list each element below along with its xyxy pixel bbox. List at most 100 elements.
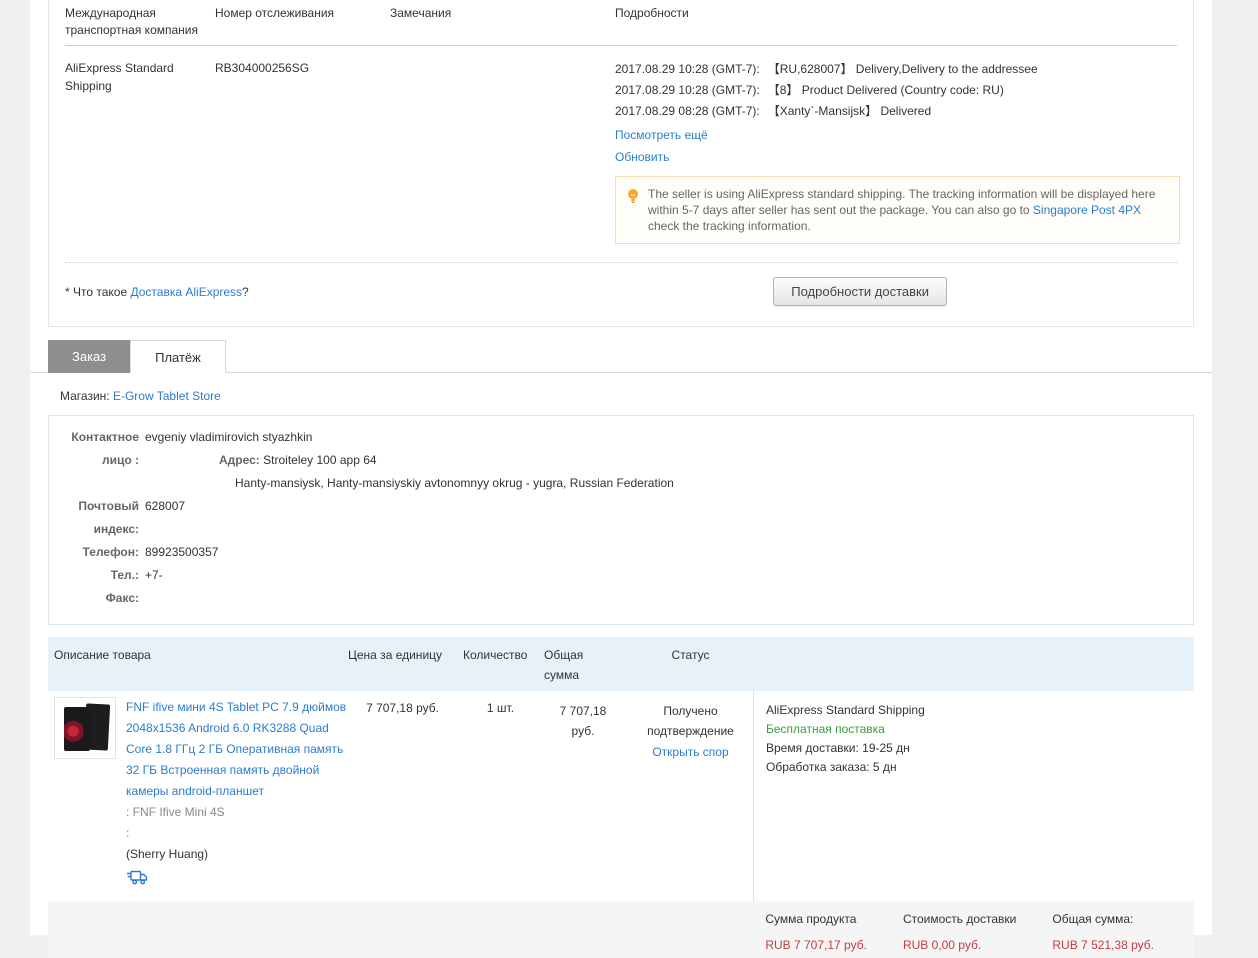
see-more-link[interactable]: Посмотреть ещё — [615, 127, 708, 143]
col-header-shipping — [753, 645, 1194, 685]
phone-value: +7- — [145, 568, 163, 582]
contact-label: Контактное — [71, 430, 139, 444]
tablet-front-graphic — [64, 707, 90, 751]
col-header-status: Статус — [671, 648, 710, 662]
truck-icon[interactable] — [126, 869, 148, 889]
shipping-details-button[interactable]: Подробности доставки — [773, 277, 947, 306]
order-totals-bar: Сумма продукта RUB 7 707,17 руб. Стоимос… — [48, 901, 1194, 958]
col-header-details: Подробности — [615, 6, 689, 20]
shipping-notice: The seller is using AliExpress standard … — [615, 176, 1180, 244]
contact-label — [65, 472, 139, 495]
dotted-divider — [65, 262, 1177, 263]
tracking-table-row: AliExpress Standard Shipping RB304000256… — [65, 46, 1180, 244]
product-description-cell: FNF ifive мини 4S Tablet PC 7.9 дюймов 2… — [48, 691, 348, 901]
store-row: Магазин: E-Grow Tablet Store — [48, 389, 1194, 403]
tracking-table-header: Международная транспортная компания Номе… — [65, 3, 1177, 46]
product-subtotal-label: Сумма продукта — [765, 912, 857, 926]
tracking-number-value: RB304000256SG — [215, 61, 310, 75]
status-text: Получено подтверждение — [647, 704, 734, 738]
grand-total-value: RUB 7 521,38 руб. — [1052, 938, 1154, 952]
contact-row: Почтовый 628007 — [65, 495, 1177, 518]
product-image[interactable] — [54, 697, 116, 759]
contact-row: Тел.: +7- — [65, 564, 1177, 587]
tracking-event: 2017.08.29 10:28 (GMT-7): 【RU,628007】 Del… — [615, 59, 1180, 80]
product-subtitle-colon: : — [126, 826, 130, 840]
product-subtotal-value: RUB 7 707,17 руб. — [765, 938, 867, 952]
singapore-post-link[interactable]: Singapore Post — [1033, 203, 1115, 217]
lightbulb-icon — [626, 186, 648, 234]
col-header-unit-price: Цена за единицу — [348, 648, 443, 662]
refresh-link[interactable]: Обновить — [615, 149, 669, 165]
tracking-links: Посмотреть ещё Обновить — [615, 126, 1180, 166]
shipping-info-cell: AliExpress Standard Shipping Бесплатная … — [753, 691, 1194, 901]
shipping-notice-text: The seller is using AliExpress standard … — [648, 186, 1167, 234]
col-header-tracking-number: Номер отслеживания — [215, 6, 335, 20]
col-header-description: Описание товара — [54, 648, 151, 662]
event-time: 2017.08.29 10:28 (GMT-7): — [615, 83, 760, 97]
contact-row: Телефон: 89923500357 — [65, 541, 1177, 564]
notice-text-post: check the tracking information. — [648, 219, 811, 233]
col-header-shipping-company: Международная транспортная компания — [65, 6, 198, 37]
contact-label: лицо : — [101, 453, 139, 467]
shipping-cost-value: RUB 0,00 руб. — [902, 938, 982, 952]
col-header-remarks: Замечания — [390, 6, 452, 20]
open-dispute-link[interactable]: Открыть спор — [652, 742, 728, 762]
store-link[interactable]: E-Grow Tablet Store — [113, 389, 221, 403]
grand-total-label: Общая сумма: — [1052, 912, 1134, 926]
tab-order[interactable]: Заказ — [48, 340, 131, 373]
delivery-time: Время доставки: 19-25 дн — [766, 741, 910, 755]
what-is-suffix: ? — [242, 284, 249, 299]
tracking-event: 2017.08.29 10:28 (GMT-7): 【8】 Product Del… — [615, 80, 1180, 101]
order-detail-page: Международная транспортная компания Номе… — [30, 0, 1212, 958]
product-title-link[interactable]: FNF ifive мини 4S Tablet PC 7.9 дюймов 2… — [126, 697, 348, 802]
address-label: Адрес: — [219, 453, 260, 467]
processing-time: Обработка заказа: 5 дн — [766, 760, 897, 774]
product-seller: (Sherry Huang) — [126, 847, 209, 861]
contact-row: лицо : Адрес: Stroiteley 100 app 64 — [65, 449, 1177, 472]
products-table: Описание товара Цена за единицу Количест… — [48, 637, 1194, 901]
contact-row: Контактное evgeniy vladimirovich styazhk… — [65, 426, 1177, 449]
status-cell: Получено подтверждение Открыть спор — [628, 691, 753, 901]
shipping-tracking-panel: Международная транспортная компания Номе… — [48, 0, 1194, 327]
order-payment-tabs: Заказ Платёж — [30, 340, 1212, 373]
contact-label: Почтовый — [78, 499, 139, 513]
address-value: Stroiteley 100 app 64 — [263, 453, 377, 467]
address-region-value: Hanty-mansiysk, Hanty-mansiyskiy avtonom… — [235, 476, 674, 490]
tracking-details: 2017.08.29 10:28 (GMT-7): 【RU,628007】 Del… — [615, 59, 1180, 244]
address-line: Адрес: Stroiteley 100 app 64 — [219, 449, 377, 472]
event-text: 【8】 Product Delivered (Country code: RU) — [767, 83, 1004, 97]
contact-label: Тел.: — [110, 568, 139, 582]
aliexpress-shipping-link[interactable]: Доставка AliExpress — [130, 285, 242, 299]
product-text-block: FNF ifive мини 4S Tablet PC 7.9 дюймов 2… — [126, 697, 348, 901]
zip-value: 628007 — [145, 499, 186, 513]
products-table-header: Описание товара Цена за единицу Количест… — [48, 637, 1194, 691]
quantity-cell: 1 шт. — [486, 701, 515, 715]
event-text: 【RU,628007】 Delivery,Delivery to the add… — [767, 62, 1038, 76]
shipping-method: AliExpress Standard Shipping — [766, 703, 925, 717]
store-label: Магазин: — [60, 389, 110, 403]
what-is-prefix: * Что такое — [65, 284, 131, 299]
product-subtitle: : FNF Ifive Mini 4S — [126, 805, 225, 819]
unit-price-cell: 7 707,18 руб. — [366, 701, 439, 715]
tab-payment[interactable]: Платёж — [130, 340, 226, 373]
tracking-event: 2017.08.29 08:28 (GMT-7): 【Xanty`-Mansijs… — [615, 101, 1180, 122]
mobile-value: 89923500357 — [145, 545, 219, 559]
tracking-footer: * Что такое Доставка AliExpress? Подробн… — [65, 277, 1177, 306]
fourpx-link[interactable]: 4PX — [1118, 203, 1141, 217]
shipping-cost-label: Стоимость доставки — [902, 912, 1017, 926]
shipping-company-value: AliExpress Standard Shipping — [65, 61, 174, 93]
contact-label: Телефон: — [82, 545, 139, 559]
contact-row: Hanty-mansiysk, Hanty-mansiyskiy avtonom… — [65, 472, 1177, 495]
product-row: FNF ifive мини 4S Tablet PC 7.9 дюймов 2… — [48, 691, 1194, 901]
remarks-value — [390, 59, 615, 244]
free-shipping-text: Бесплатная поставка — [766, 722, 885, 736]
what-is-shipping-text: * Что такое Доставка AliExpress? — [65, 285, 249, 299]
total-cell: 7 707,18 руб. — [559, 704, 607, 738]
event-time: 2017.08.29 08:28 (GMT-7): — [615, 104, 760, 118]
event-text: 【Xanty`-Mansijsk】 Delivered — [767, 104, 932, 118]
event-time: 2017.08.29 10:28 (GMT-7): — [615, 62, 760, 76]
contact-name-value: evgeniy vladimirovich styazhkin — [145, 430, 313, 444]
col-header-total: Общая сумма — [544, 648, 584, 682]
col-header-quantity: Количество — [463, 648, 528, 662]
contact-row: индекс: — [65, 518, 1177, 541]
